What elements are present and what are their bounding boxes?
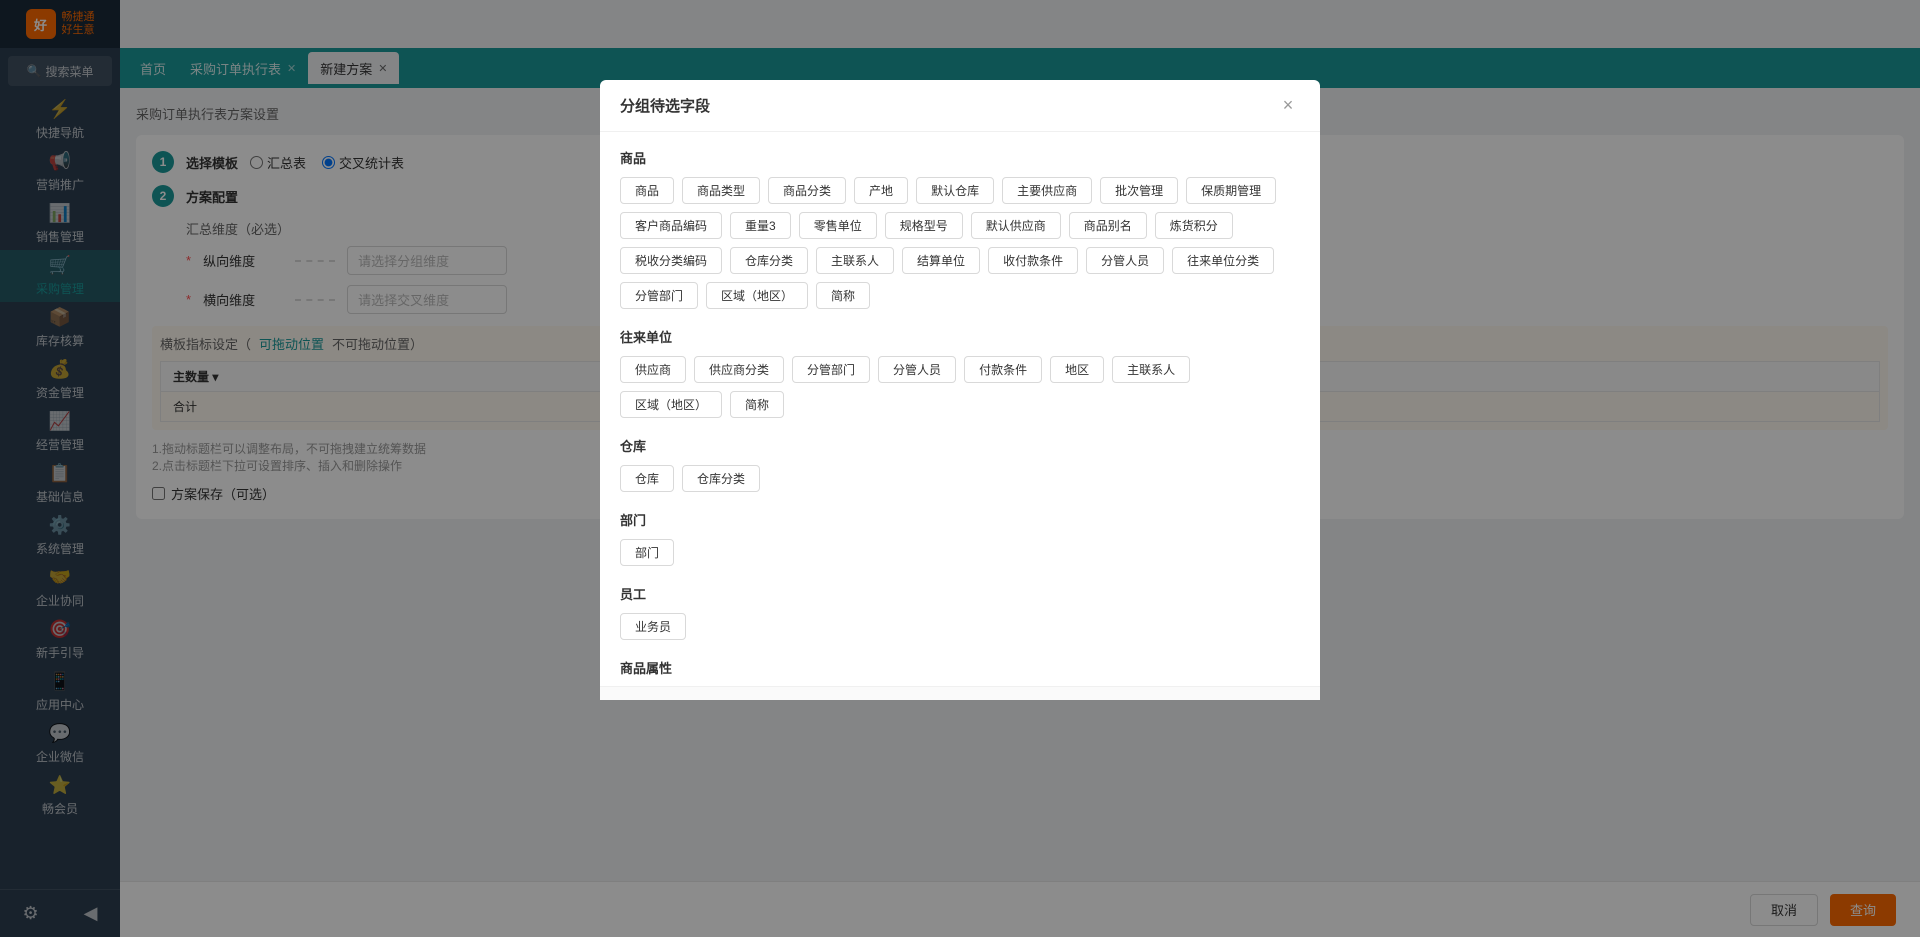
field-tag[interactable]: 业务员: [620, 613, 686, 640]
modal-overlay: 分组待选字段 × 商品商品商品类型商品分类产地默认仓库主要供应商批次管理保质期管…: [0, 0, 1920, 937]
modal-body[interactable]: 商品商品商品类型商品分类产地默认仓库主要供应商批次管理保质期管理客户商品编码重量…: [600, 132, 1320, 686]
section-goods-attr: 商品属性属性颜色多规格尺码鞋码1: [620, 658, 1300, 686]
field-tag[interactable]: 主联系人: [1112, 356, 1190, 383]
section-goods: 商品商品商品类型商品分类产地默认仓库主要供应商批次管理保质期管理客户商品编码重量…: [620, 148, 1300, 309]
section-title-warehouse: 仓库: [620, 436, 1300, 455]
field-tag[interactable]: 区域（地区）: [620, 391, 722, 418]
field-tag[interactable]: 默认仓库: [916, 177, 994, 204]
field-tags-partner: 供应商供应商分类分管部门分管人员付款条件地区主联系人区域（地区） 简称: [620, 356, 1300, 418]
field-tag[interactable]: 供应商: [620, 356, 686, 383]
field-tag[interactable]: 默认供应商: [971, 212, 1061, 239]
field-tag[interactable]: 规格型号: [885, 212, 963, 239]
field-tag[interactable]: 主联系人: [816, 247, 894, 274]
field-tag[interactable]: 商品类型: [682, 177, 760, 204]
field-tag[interactable]: 主要供应商: [1002, 177, 1092, 204]
section-title-goods: 商品: [620, 148, 1300, 167]
field-tag[interactable]: 商品别名: [1069, 212, 1147, 239]
field-tag[interactable]: 分管部门: [792, 356, 870, 383]
field-tags-department: 部门: [620, 539, 1300, 566]
field-tag[interactable]: 商品分类: [768, 177, 846, 204]
field-select-modal: 分组待选字段 × 商品商品商品类型商品分类产地默认仓库主要供应商批次管理保质期管…: [600, 80, 1320, 700]
field-tag[interactable]: 产地: [854, 177, 908, 204]
field-tag[interactable]: 炼货积分: [1155, 212, 1233, 239]
field-tag[interactable]: 仓库分类: [730, 247, 808, 274]
field-tag[interactable]: 仓库分类: [682, 465, 760, 492]
field-tag[interactable]: 结算单位: [902, 247, 980, 274]
field-tag[interactable]: 分管人员: [878, 356, 956, 383]
field-tag[interactable]: 供应商分类: [694, 356, 784, 383]
section-title-employee: 员工: [620, 584, 1300, 603]
field-tag[interactable]: 批次管理: [1100, 177, 1178, 204]
field-tag[interactable]: 商品: [620, 177, 674, 204]
modal-title: 分组待选字段: [620, 95, 710, 116]
field-tags-warehouse: 仓库仓库分类: [620, 465, 1300, 492]
field-tag[interactable]: 简称: [816, 282, 870, 309]
field-tag[interactable]: 付款条件: [964, 356, 1042, 383]
field-tags-employee: 业务员: [620, 613, 1300, 640]
field-tag[interactable]: 税收分类编码: [620, 247, 722, 274]
field-tag[interactable]: 收付款条件: [988, 247, 1078, 274]
section-title-department: 部门: [620, 510, 1300, 529]
section-employee: 员工业务员: [620, 584, 1300, 640]
field-tag[interactable]: 零售单位: [799, 212, 877, 239]
section-partner: 往来单位供应商供应商分类分管部门分管人员付款条件地区主联系人区域（地区） 简称: [620, 327, 1300, 418]
field-tag[interactable]: 分管人员: [1086, 247, 1164, 274]
field-tag[interactable]: 地区: [1050, 356, 1104, 383]
section-department: 部门部门: [620, 510, 1300, 566]
field-tag[interactable]: 重量3: [730, 212, 791, 239]
field-tag[interactable]: 往来单位分类: [1172, 247, 1274, 274]
section-warehouse: 仓库仓库仓库分类: [620, 436, 1300, 492]
field-tag[interactable]: 保质期管理: [1186, 177, 1276, 204]
section-title-partner: 往来单位: [620, 327, 1300, 346]
modal-horizontal-scrollbar[interactable]: [600, 686, 1320, 700]
section-title-goods-attr: 商品属性: [620, 658, 1300, 677]
field-tag[interactable]: 仓库: [620, 465, 674, 492]
field-tag[interactable]: 区域（地区）: [706, 282, 808, 309]
field-tag[interactable]: 客户商品编码: [620, 212, 722, 239]
field-tag[interactable]: 简称: [730, 391, 784, 418]
modal-header: 分组待选字段 ×: [600, 80, 1320, 132]
field-tag[interactable]: 部门: [620, 539, 674, 566]
modal-close-button[interactable]: ×: [1276, 94, 1300, 118]
field-tags-goods: 商品商品类型商品分类产地默认仓库主要供应商批次管理保质期管理客户商品编码重量3 零…: [620, 177, 1300, 309]
field-tag[interactable]: 分管部门: [620, 282, 698, 309]
